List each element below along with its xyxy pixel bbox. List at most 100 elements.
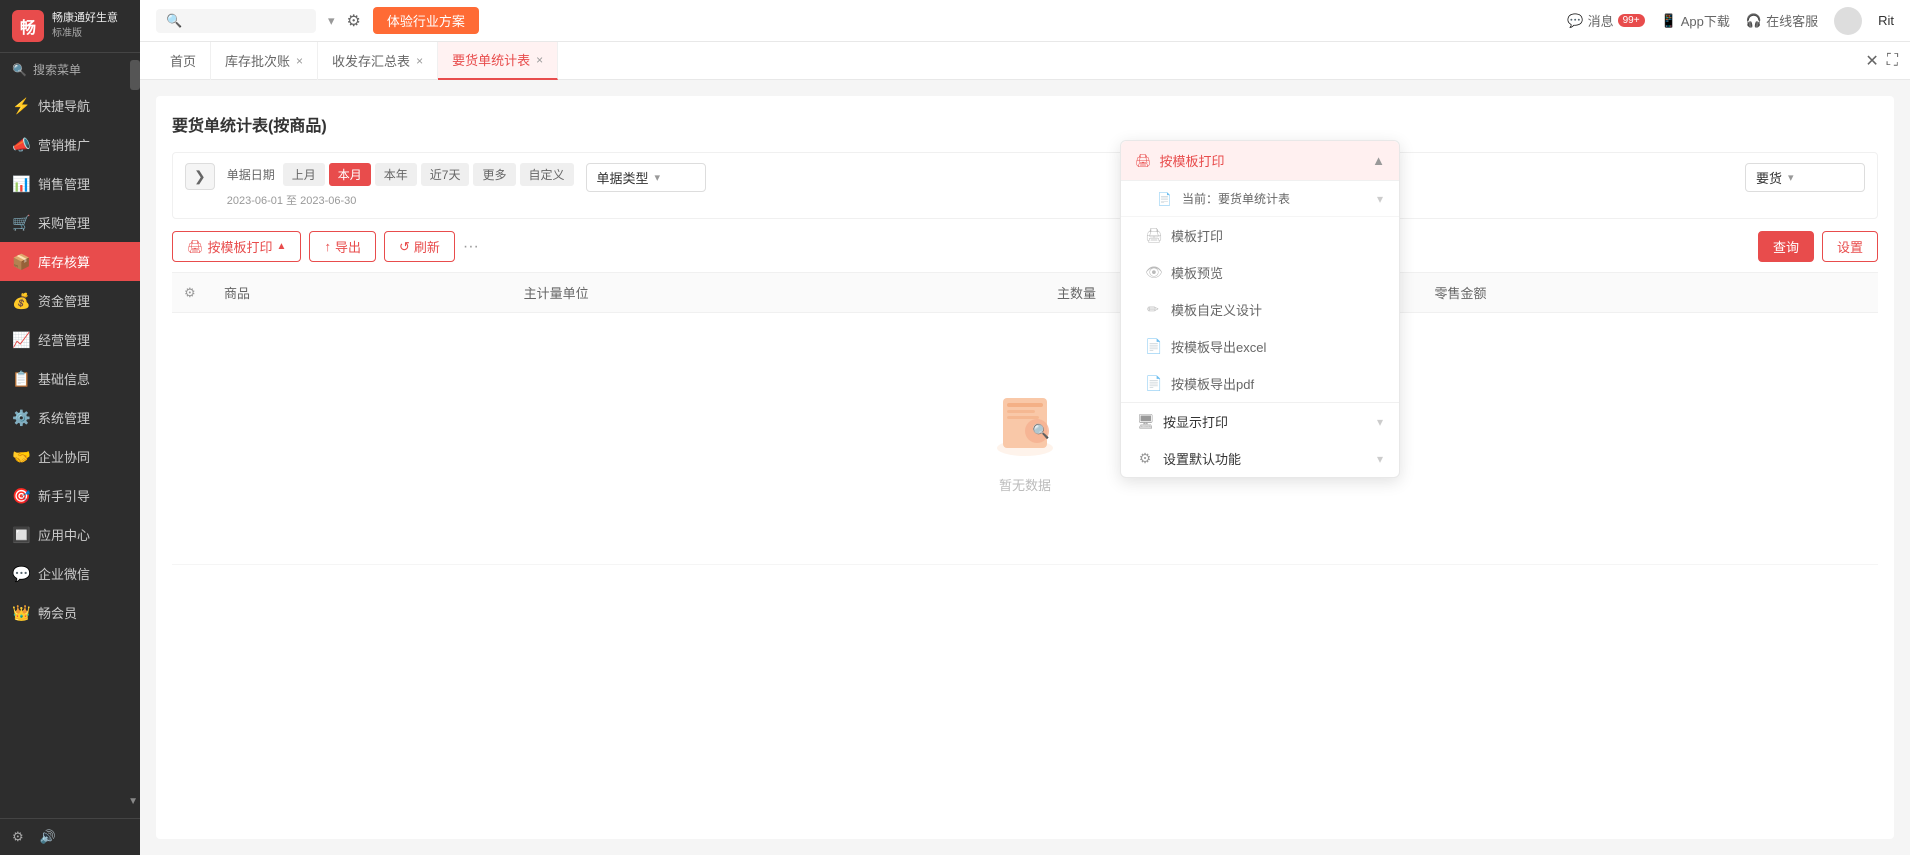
print-item-icon: 🖨: [1145, 227, 1161, 244]
table-settings-icon[interactable]: ⚙: [184, 285, 196, 300]
top-search-box[interactable]: 🔍: [156, 9, 316, 33]
tab-close-stock-summary[interactable]: ×: [416, 54, 423, 68]
dropdown-item-export-excel[interactable]: 📄 按模板导出excel: [1121, 328, 1399, 365]
yaohuodan-select[interactable]: 要货 ▾: [1745, 163, 1865, 192]
guide-icon: 🎯: [12, 487, 30, 505]
tab-order-stats[interactable]: 要货单统计表 ×: [438, 42, 558, 80]
template-doc-icon: 📄: [1157, 192, 1172, 206]
current-chevron-icon: ▾: [1377, 192, 1383, 206]
sidebar-item-basic[interactable]: 📋 基础信息: [0, 359, 140, 398]
phone-icon: 📱: [1661, 13, 1677, 29]
sidebar-item-label: 应用中心: [38, 525, 90, 544]
sound-icon[interactable]: 🔊: [40, 829, 56, 845]
sidebar-item-label: 经营管理: [38, 330, 90, 349]
settings-gear-icon[interactable]: ⚙: [347, 11, 361, 31]
tab-home[interactable]: 首页: [156, 42, 211, 80]
sidebar-item-appstore[interactable]: 🔲 应用中心: [0, 515, 140, 554]
sidebar-item-label: 新手引导: [38, 486, 90, 505]
sidebar-item-guide[interactable]: 🎯 新手引导: [0, 476, 140, 515]
refresh-button[interactable]: ↺ 刷新: [384, 231, 455, 262]
sidebar-item-quick-nav[interactable]: ⚡ 快捷导航: [0, 86, 140, 125]
main-area: 🔍 ▾ ⚙ 体验行业方案 💬 消息 99+ 📱 App下载 🎧 在线客服 Rit: [140, 0, 1910, 855]
date-btn-7days[interactable]: 近7天: [421, 163, 470, 186]
order-type-label: 单据类型: [597, 168, 649, 187]
dropdown-item-design[interactable]: ✏ 模板自定义设计: [1121, 291, 1399, 328]
date-btn-last-month[interactable]: 上月: [283, 163, 325, 186]
export-button[interactable]: ↑ 导出: [309, 231, 376, 262]
settings-bottom-icon[interactable]: ⚙: [12, 829, 24, 845]
col-unit: 主计量单位: [512, 273, 1045, 313]
sidebar-item-system[interactable]: ⚙️ 系统管理: [0, 398, 140, 437]
date-buttons: 单据日期 上月 本月 本年 近7天 更多 自定义: [227, 163, 574, 186]
sidebar-item-marketing[interactable]: 📣 营销推广: [0, 125, 140, 164]
print-dropdown-overlay: 🖨 按模板打印 ▲ 📄 当前：要货单统计表 ▾ 🖨 模板打印 👁 模板预览 ✏: [1120, 140, 1400, 478]
top-bar: 🔍 ▾ ⚙ 体验行业方案 💬 消息 99+ 📱 App下载 🎧 在线客服 Rit: [140, 0, 1910, 42]
window-maximize-icon[interactable]: ⛶: [1887, 52, 1898, 70]
tab-close-order-stats[interactable]: ×: [536, 53, 543, 67]
dropdown-item-default-func[interactable]: ⚙ 设置默认功能 ▾: [1121, 440, 1399, 477]
sidebar-item-member[interactable]: 👑 畅会员: [0, 593, 140, 632]
sidebar-search-menu[interactable]: 🔍 搜索菜单: [0, 53, 140, 86]
query-button[interactable]: 查询: [1758, 231, 1814, 262]
sidebar: 畅 畅康通好生意 标准版 🔍 搜索菜单 ⚡ 快捷导航 📣 营销推广 📊 销售管理…: [0, 0, 140, 855]
print-template-button[interactable]: 🖨 按模板打印 ▲: [172, 231, 301, 262]
sidebar-item-purchase[interactable]: 🛒 采购管理: [0, 203, 140, 242]
sidebar-item-label: 畅会员: [38, 603, 77, 622]
sidebar-item-finance[interactable]: 💰 资金管理: [0, 281, 140, 320]
finance-icon: 💰: [12, 292, 30, 310]
search-input[interactable]: [188, 14, 288, 28]
tab-close-inventory-batch[interactable]: ×: [296, 54, 303, 68]
sidebar-item-wechat[interactable]: 💬 企业微信: [0, 554, 140, 593]
tab-inventory-batch[interactable]: 库存批次账 ×: [211, 42, 318, 80]
member-icon: 👑: [12, 604, 30, 622]
sidebar-item-inventory[interactable]: 📦 库存核算: [0, 242, 140, 281]
app-logo-icon: 畅: [12, 10, 44, 42]
dropdown-item-display-print[interactable]: 🖥 按显示打印 ▾: [1121, 403, 1399, 440]
promo-button[interactable]: 体验行业方案: [373, 7, 479, 34]
dropdown-item-export-pdf[interactable]: 📄 按模板导出pdf: [1121, 365, 1399, 402]
order-type-select[interactable]: 单据类型 ▾: [586, 163, 706, 192]
yaohuodan-chevron-icon: ▾: [1788, 171, 1794, 184]
sidebar-item-collab[interactable]: 🤝 企业协同: [0, 437, 140, 476]
sidebar-item-label: 库存核算: [38, 252, 90, 271]
content-area: 要货单统计表(按商品) ❯ 单据日期 上月 本月 本年 近7天 更多 自定义 2…: [140, 80, 1910, 855]
inventory-icon: 📦: [12, 253, 30, 271]
window-close-icon[interactable]: ✕: [1865, 51, 1878, 71]
dropdown-item-print[interactable]: 🖨 模板打印: [1121, 217, 1399, 254]
display-print-icon: 🖥: [1137, 413, 1153, 430]
sidebar-item-sales[interactable]: 📊 销售管理: [0, 164, 140, 203]
messages-button[interactable]: 💬 消息 99+: [1567, 11, 1644, 30]
dropdown-close-icon[interactable]: ▲: [1372, 153, 1385, 168]
dropdown-current-template[interactable]: 📄 当前：要货单统计表 ▾: [1121, 181, 1399, 217]
sidebar-scroll-down[interactable]: ▼: [128, 796, 138, 807]
operation-icon: 📈: [12, 331, 30, 349]
date-filter-label: 单据日期: [227, 166, 275, 183]
more-options-icon[interactable]: ···: [463, 238, 479, 256]
tab-label: 要货单统计表: [452, 50, 530, 69]
top-search-dropdown[interactable]: ▾: [328, 13, 335, 29]
print-chevron-up-icon: ▲: [277, 241, 287, 252]
date-btn-this-month[interactable]: 本月: [329, 163, 371, 186]
export-icon: ↑: [324, 239, 331, 254]
headset-icon: 🎧: [1746, 13, 1762, 29]
date-btn-more[interactable]: 更多: [473, 163, 515, 186]
user-avatar[interactable]: [1834, 7, 1862, 35]
filter-collapse-button[interactable]: ❯: [185, 163, 215, 190]
col-product: 商品: [212, 273, 512, 313]
tab-stock-summary[interactable]: 收发存汇总表 ×: [318, 42, 438, 80]
data-table: ⚙ 商品 主计量单位 主数量 零售金额: [172, 272, 1878, 565]
date-btn-this-year[interactable]: 本年: [375, 163, 417, 186]
date-btn-custom[interactable]: 自定义: [520, 163, 574, 186]
date-filter-group: 单据日期 上月 本月 本年 近7天 更多 自定义 2023-06-01 至 20…: [227, 163, 574, 208]
dropdown-item-preview[interactable]: 👁 模板预览: [1121, 254, 1399, 291]
settings-button[interactable]: 设置: [1822, 231, 1878, 262]
app-download-button[interactable]: 📱 App下载: [1661, 11, 1730, 30]
sidebar-logo: 畅 畅康通好生意 标准版: [0, 0, 140, 53]
online-service-button[interactable]: 🎧 在线客服: [1746, 11, 1818, 30]
sidebar-item-operation[interactable]: 📈 经营管理: [0, 320, 140, 359]
marketing-icon: 📣: [12, 136, 30, 154]
tabs-bar: 首页 库存批次账 × 收发存汇总表 × 要货单统计表 × ✕ ⛶: [140, 42, 1910, 80]
col-amount: 零售金额: [1423, 273, 1878, 313]
print-template-icon: 🖨: [1135, 153, 1152, 169]
system-icon: ⚙️: [12, 409, 30, 427]
